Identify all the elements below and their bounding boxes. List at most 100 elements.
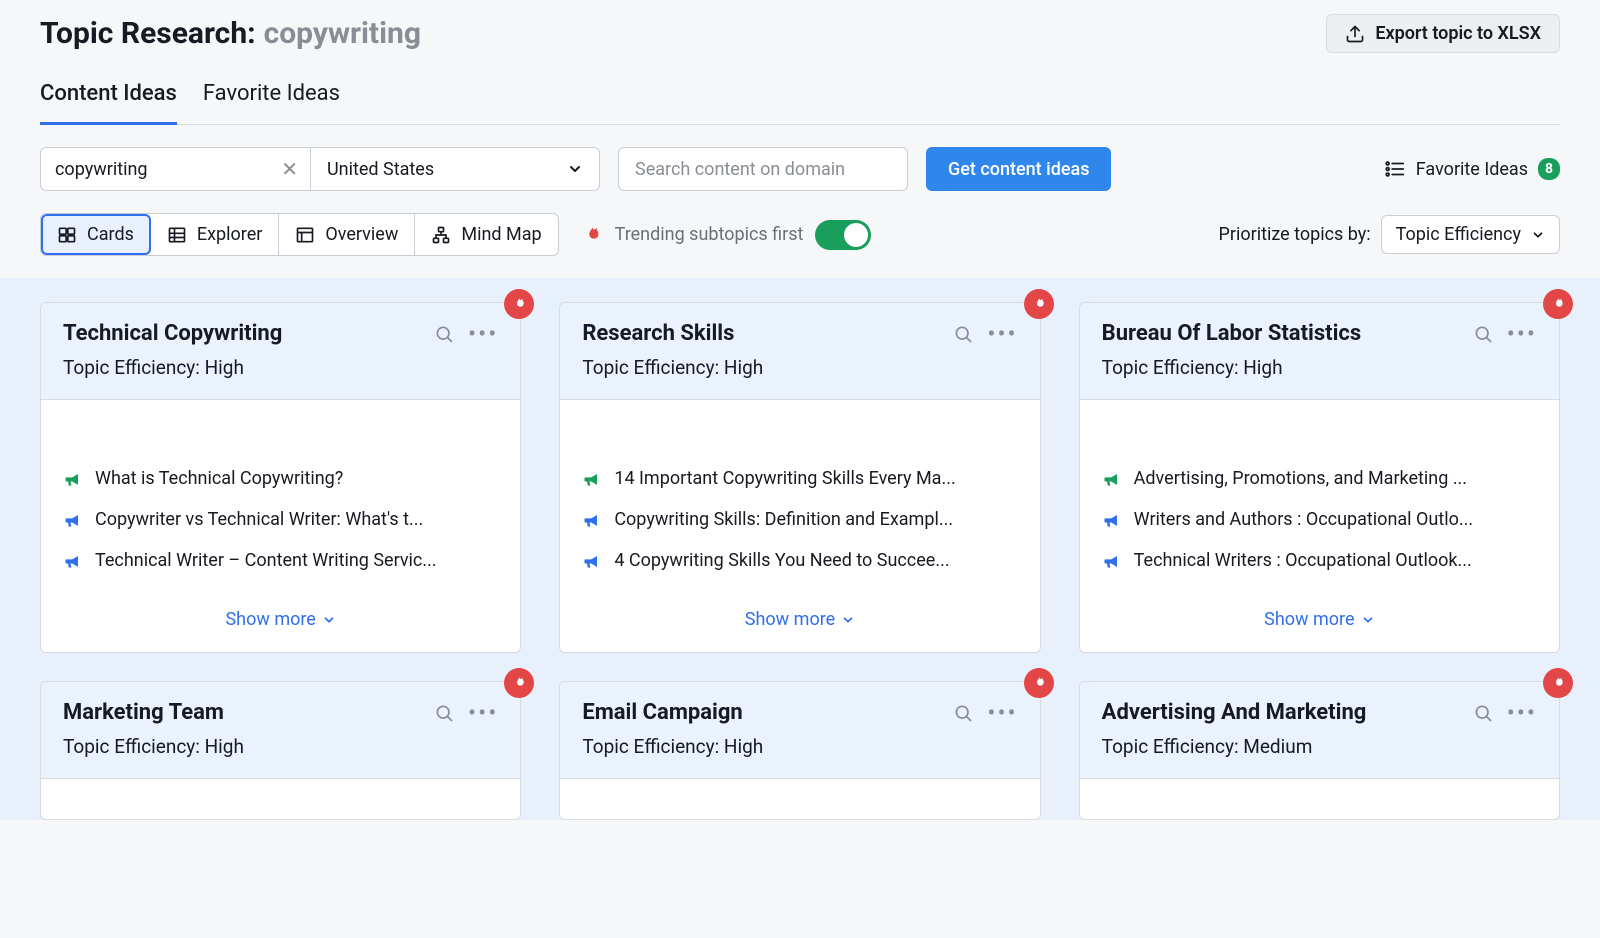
card-header: Marketing Team•••Topic Efficiency: High [41, 682, 520, 779]
card-header: Research Skills ••• Topic Efficiency: High [560, 303, 1039, 400]
tab-content-ideas[interactable]: Content Ideas [40, 81, 177, 125]
trending-badge [1543, 668, 1573, 698]
card-body: 14 Important Copywriting Skills Every Ma… [560, 400, 1039, 595]
export-button[interactable]: Export topic to XLSX [1326, 14, 1560, 53]
card-more-menu[interactable]: ••• [468, 707, 498, 719]
topic-input-value: copywriting [55, 159, 148, 180]
view-explorer-label: Explorer [197, 224, 263, 245]
card-efficiency: Topic Efficiency: High [582, 735, 1017, 758]
search-icon[interactable] [434, 703, 454, 723]
trending-badge [1024, 289, 1054, 319]
bullhorn-icon [1102, 510, 1122, 530]
bullhorn-icon [63, 510, 83, 530]
search-icon[interactable] [1473, 324, 1493, 344]
view-mindmap-label: Mind Map [461, 224, 541, 245]
favorite-ideas-label: Favorite Ideas [1416, 159, 1528, 180]
show-more-link[interactable]: Show more [225, 609, 335, 630]
idea-row[interactable]: 4 Copywriting Skills You Need to Succee.… [582, 540, 1017, 581]
card-efficiency: Topic Efficiency: High [63, 356, 498, 379]
topic-card: Research Skills ••• Topic Efficiency: High… [559, 302, 1040, 653]
search-icon[interactable] [434, 324, 454, 344]
card-header: Bureau Of Labor Statistics•••Topic Effic… [1080, 303, 1559, 400]
card-header: Advertising And Marketing•••Topic Effici… [1080, 682, 1559, 779]
upload-icon [1345, 24, 1365, 44]
flame-icon [1550, 675, 1566, 691]
search-icon[interactable] [953, 703, 973, 723]
topic-input[interactable]: copywriting ✕ [40, 147, 310, 191]
card-more-menu[interactable]: ••• [987, 707, 1017, 719]
idea-row[interactable]: Technical Writers : Occupational Outlook… [1102, 540, 1537, 581]
cards-grid: Technical Copywriting ••• Topic Efficiency… [0, 278, 1600, 820]
chevron-down-icon [841, 613, 855, 627]
idea-text: What is Technical Copywriting? [95, 468, 343, 489]
view-mindmap[interactable]: Mind Map [415, 214, 557, 255]
topic-card: Bureau Of Labor Statistics•••Topic Effic… [1079, 302, 1560, 653]
card-header: Email Campaign•••Topic Efficiency: High [560, 682, 1039, 779]
card-title: Research Skills [582, 321, 734, 346]
bullhorn-icon [63, 469, 83, 489]
search-icon[interactable] [1473, 703, 1493, 723]
card-more-menu[interactable]: ••• [1507, 707, 1537, 719]
bullhorn-icon [1102, 469, 1122, 489]
card-efficiency: Topic Efficiency: High [582, 356, 1017, 379]
idea-text: Technical Writers : Occupational Outlook… [1134, 550, 1472, 571]
tabs: Content Ideas Favorite Ideas [40, 81, 1560, 125]
card-more-menu[interactable]: ••• [987, 328, 1017, 340]
idea-text: 14 Important Copywriting Skills Every Ma… [614, 468, 955, 489]
topic-card: Marketing Team•••Topic Efficiency: High [40, 681, 521, 820]
card-title: Marketing Team [63, 700, 224, 725]
idea-text: Writers and Authors : Occupational Outlo… [1134, 509, 1473, 530]
view-overview[interactable]: Overview [279, 214, 415, 255]
idea-row[interactable]: What is Technical Copywriting? [63, 458, 498, 499]
prioritize-value: Topic Efficiency [1396, 224, 1521, 245]
card-more-menu[interactable]: ••• [468, 328, 498, 340]
card-more-menu[interactable]: ••• [1507, 328, 1537, 340]
page-title: Topic Research: copywriting [40, 16, 421, 51]
trending-badge [504, 668, 534, 698]
trending-badge [1024, 668, 1054, 698]
get-content-ideas-button[interactable]: Get content ideas [926, 147, 1111, 191]
show-more-link[interactable]: Show more [1264, 609, 1374, 630]
idea-text: 4 Copywriting Skills You Need to Succee.… [614, 550, 949, 571]
prioritize-label: Prioritize topics by: [1219, 224, 1371, 245]
flame-icon [511, 296, 527, 312]
search-icon[interactable] [953, 324, 973, 344]
idea-row[interactable]: Writers and Authors : Occupational Outlo… [1102, 499, 1537, 540]
tab-favorite-ideas[interactable]: Favorite Ideas [203, 81, 340, 125]
view-cards-label: Cards [87, 224, 134, 245]
card-body [1080, 779, 1559, 819]
idea-text: Technical Writer – Content Writing Servi… [95, 550, 437, 571]
trending-label: Trending subtopics first [615, 224, 804, 245]
idea-row[interactable]: Technical Writer – Content Writing Servi… [63, 540, 498, 581]
clear-topic-icon[interactable]: ✕ [281, 157, 298, 181]
prioritize-select[interactable]: Topic Efficiency [1381, 215, 1560, 254]
page-title-prefix: Topic Research: [40, 16, 256, 51]
show-more: Show more [560, 595, 1039, 652]
flame-icon [511, 675, 527, 691]
idea-text: Advertising, Promotions, and Marketing .… [1134, 468, 1467, 489]
view-switcher: Cards Explorer Overview Mind Map [40, 213, 559, 256]
card-title: Technical Copywriting [63, 321, 282, 346]
show-more-link[interactable]: Show more [745, 609, 855, 630]
chevron-down-icon [567, 161, 583, 177]
view-explorer[interactable]: Explorer [151, 214, 280, 255]
list-icon [1384, 158, 1406, 180]
idea-row[interactable]: 14 Important Copywriting Skills Every Ma… [582, 458, 1017, 499]
domain-search-placeholder: Search content on domain [635, 159, 845, 180]
idea-row[interactable]: Copywriter vs Technical Writer: What's t… [63, 499, 498, 540]
domain-search-input[interactable]: Search content on domain [618, 147, 908, 191]
favorite-ideas-link[interactable]: Favorite Ideas 8 [1384, 158, 1560, 180]
idea-row[interactable]: Copywriting Skills: Definition and Examp… [582, 499, 1017, 540]
trending-toggle[interactable] [815, 220, 871, 250]
trending-badge [504, 289, 534, 319]
idea-row[interactable]: Advertising, Promotions, and Marketing .… [1102, 458, 1537, 499]
chevron-down-icon [1531, 228, 1545, 242]
bullhorn-icon [582, 551, 602, 571]
bullhorn-icon [582, 510, 602, 530]
idea-text: Copywriter vs Technical Writer: What's t… [95, 509, 423, 530]
view-cards[interactable]: Cards [41, 214, 151, 255]
chevron-down-icon [1361, 613, 1375, 627]
country-select[interactable]: United States [310, 147, 600, 191]
topic-card: Technical Copywriting ••• Topic Efficiency… [40, 302, 521, 653]
card-body: What is Technical Copywriting? Copywriter… [41, 400, 520, 595]
